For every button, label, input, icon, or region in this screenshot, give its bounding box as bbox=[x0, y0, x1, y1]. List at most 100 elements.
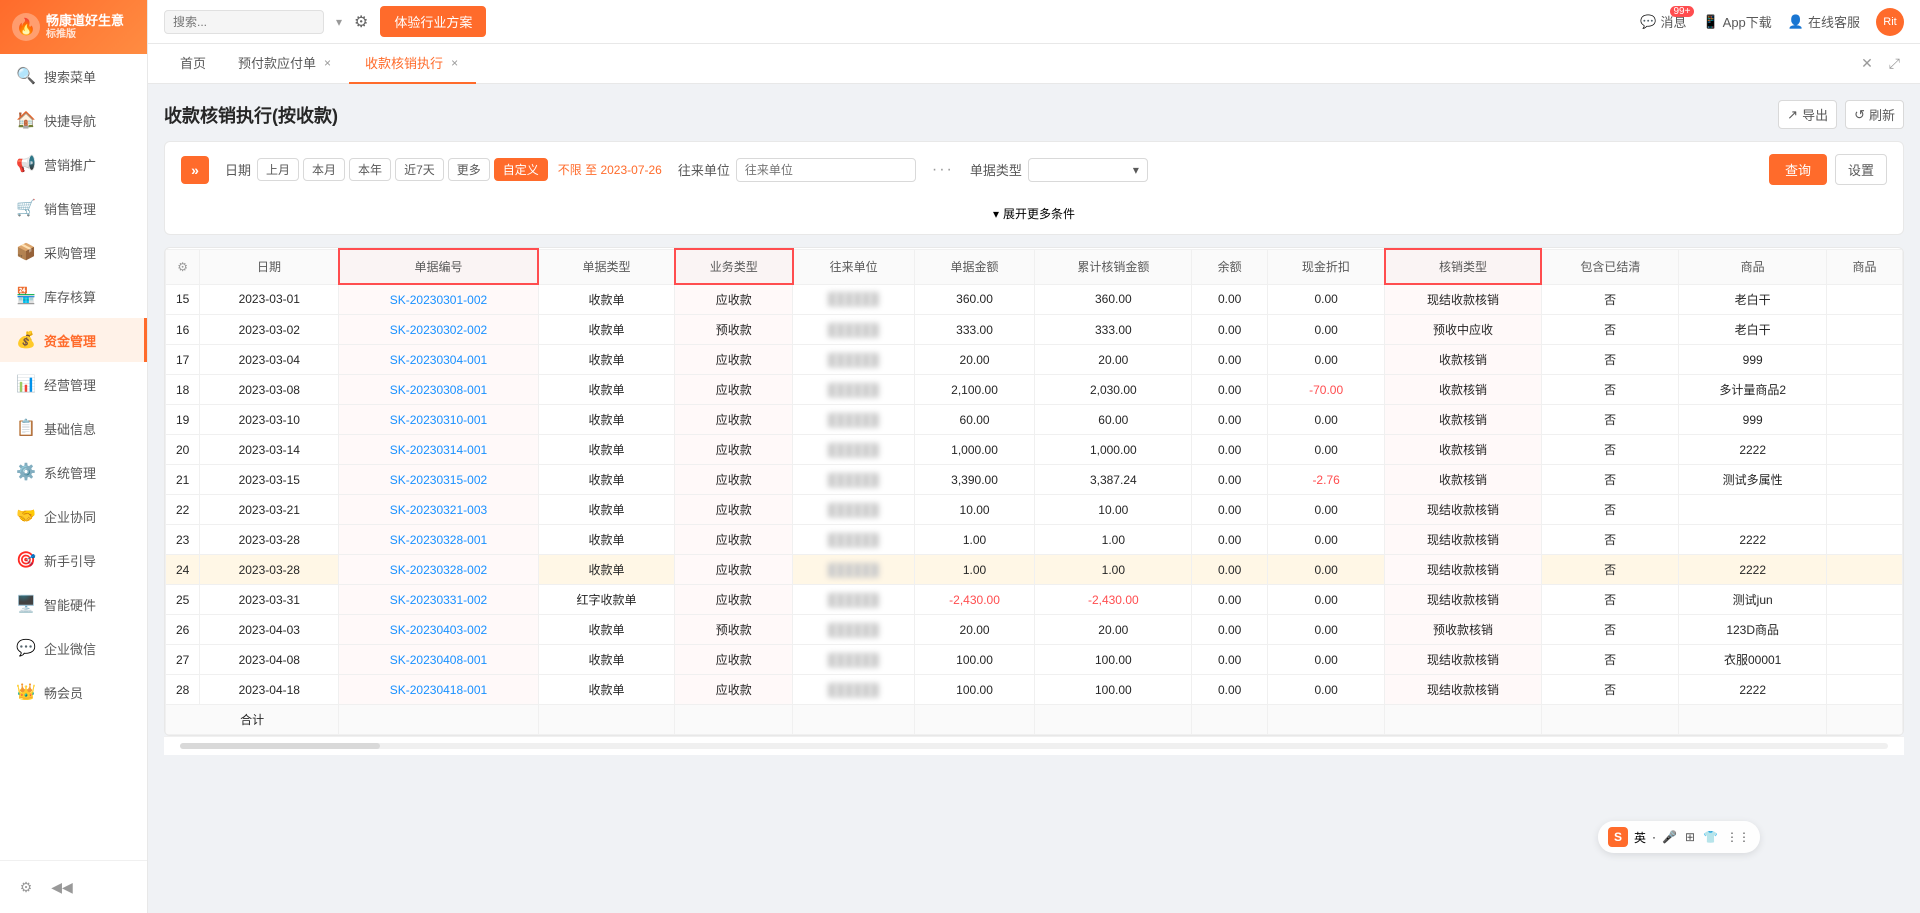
tab-prepay[interactable]: 预付款应付单 × bbox=[222, 44, 349, 84]
filter-date-last-month[interactable]: 上月 bbox=[257, 158, 299, 181]
cell-bill-no[interactable]: SK-20230418-001 bbox=[339, 675, 539, 705]
cell-bill-no[interactable]: SK-20230308-001 bbox=[339, 375, 539, 405]
topbar-search-input[interactable] bbox=[164, 10, 324, 34]
mic-icon[interactable]: 🎤 bbox=[1662, 830, 1677, 844]
cell-bill-no[interactable]: SK-20230321-003 bbox=[339, 495, 539, 525]
sidebar-item-hardware[interactable]: 🖥️ 智能硬件 bbox=[0, 582, 147, 626]
cell-bill-no[interactable]: SK-20230328-002 bbox=[339, 555, 539, 585]
cell-amount: 3,390.00 bbox=[914, 465, 1035, 495]
bill-no-link[interactable]: SK-20230321-003 bbox=[390, 503, 487, 517]
cell-date: 2023-03-14 bbox=[200, 435, 339, 465]
sidebar-item-sales[interactable]: 🛒 销售管理 bbox=[0, 186, 147, 230]
cell-product2 bbox=[1827, 675, 1903, 705]
sidebar-item-wechat[interactable]: 💬 企业微信 bbox=[0, 626, 147, 670]
data-table-wrap: ⚙ 日期 单据编号 单据类型 业务类型 往来单位 单据金额 累计核销金额 余额 … bbox=[164, 247, 1904, 736]
tab-receipt-close[interactable]: × bbox=[449, 54, 460, 72]
app-download-btn[interactable]: 📱 App下载 bbox=[1702, 12, 1771, 31]
filter-toggle-btn[interactable]: » bbox=[181, 156, 209, 184]
bill-no-link[interactable]: SK-20230328-001 bbox=[390, 533, 487, 547]
cell-balance: 0.00 bbox=[1192, 675, 1268, 705]
cell-product1: 999 bbox=[1679, 345, 1827, 375]
th-biz-type: 业务类型 bbox=[675, 249, 793, 284]
filter-receipt-type-select[interactable]: ▾ bbox=[1028, 158, 1148, 182]
scrollbar-thumb[interactable] bbox=[180, 743, 380, 749]
filter-counterparty-input[interactable] bbox=[736, 158, 916, 182]
bill-no-link[interactable]: SK-20230403-002 bbox=[390, 623, 487, 637]
online-service-btn[interactable]: 👤 在线客服 bbox=[1788, 12, 1860, 31]
sidebar-collapse-btn[interactable]: ◀◀ bbox=[48, 873, 76, 901]
filter-date-this-month[interactable]: 本月 bbox=[303, 158, 345, 181]
cell-cash-discount: 0.00 bbox=[1268, 555, 1385, 585]
bill-no-link[interactable]: SK-20230304-001 bbox=[390, 353, 487, 367]
message-btn[interactable]: 💬 消息 99+ bbox=[1640, 12, 1686, 31]
cell-bill-no[interactable]: SK-20230301-002 bbox=[339, 284, 539, 315]
bill-no-link[interactable]: SK-20230328-002 bbox=[390, 563, 487, 577]
cell-bill-no[interactable]: SK-20230314-001 bbox=[339, 435, 539, 465]
filter-date-more[interactable]: 更多 bbox=[448, 158, 490, 181]
topbar-dropdown-arrow[interactable]: ▾ bbox=[336, 15, 342, 29]
bill-no-link[interactable]: SK-20230314-001 bbox=[390, 443, 487, 457]
refresh-label: 刷新 bbox=[1869, 105, 1895, 124]
sidebar-item-inventory[interactable]: 🏪 库存核算 bbox=[0, 274, 147, 318]
bill-no-link[interactable]: SK-20230331-002 bbox=[390, 593, 487, 607]
scrollbar-track bbox=[180, 743, 1888, 749]
table-row: 152023-03-01SK-20230301-002收款单应收款██████3… bbox=[166, 284, 1903, 315]
tab-close-all-btn[interactable]: ✕ bbox=[1857, 51, 1877, 76]
refresh-button[interactable]: ↺ 刷新 bbox=[1845, 100, 1904, 129]
cell-product1 bbox=[1679, 495, 1827, 525]
sidebar-item-purchase[interactable]: 📦 采购管理 bbox=[0, 230, 147, 274]
sidebar-settings-btn[interactable]: ⚙ bbox=[12, 873, 40, 901]
shirt-icon[interactable]: 👕 bbox=[1703, 830, 1718, 844]
sidebar-item-system[interactable]: ⚙️ 系统管理 bbox=[0, 450, 147, 494]
bill-no-link[interactable]: SK-20230418-001 bbox=[390, 683, 487, 697]
cell-bill-no[interactable]: SK-20230304-001 bbox=[339, 345, 539, 375]
table-row: 282023-04-18SK-20230418-001收款单应收款██████1… bbox=[166, 675, 1903, 705]
sidebar-item-operation[interactable]: 📊 经营管理 bbox=[0, 362, 147, 406]
apps-icon[interactable]: ⋮⋮ bbox=[1726, 830, 1750, 844]
sidebar-item-enterprise[interactable]: 🤝 企业协同 bbox=[0, 494, 147, 538]
cell-bill-no[interactable]: SK-20230408-001 bbox=[339, 645, 539, 675]
settings-button[interactable]: 设置 bbox=[1835, 154, 1887, 185]
table-row: 182023-03-08SK-20230308-001收款单应收款██████2… bbox=[166, 375, 1903, 405]
bill-no-link[interactable]: SK-20230408-001 bbox=[390, 653, 487, 667]
cell-bill-no[interactable]: SK-20230315-002 bbox=[339, 465, 539, 495]
bill-no-link[interactable]: SK-20230315-002 bbox=[390, 473, 487, 487]
sidebar-item-basics[interactable]: 📋 基础信息 bbox=[0, 406, 147, 450]
purchase-icon: 📦 bbox=[16, 242, 36, 262]
bill-no-link[interactable]: SK-20230310-001 bbox=[390, 413, 487, 427]
user-avatar[interactable]: Rit bbox=[1876, 8, 1904, 36]
table-row: 212023-03-15SK-20230315-002收款单应收款██████3… bbox=[166, 465, 1903, 495]
sidebar-item-marketing[interactable]: 📢 营销推广 bbox=[0, 142, 147, 186]
filter-date-this-year[interactable]: 本年 bbox=[349, 158, 391, 181]
th-gear[interactable]: ⚙ bbox=[166, 249, 200, 284]
sidebar-item-member[interactable]: 👑 畅会员 bbox=[0, 670, 147, 714]
filter-date-custom[interactable]: 自定义 bbox=[494, 158, 548, 181]
sidebar-item-guide[interactable]: 🎯 新手引导 bbox=[0, 538, 147, 582]
cell-bill-no[interactable]: SK-20230331-002 bbox=[339, 585, 539, 615]
sidebar-item-finance[interactable]: 💰 资金管理 bbox=[0, 318, 147, 362]
tab-home[interactable]: 首页 bbox=[164, 44, 222, 84]
sidebar-item-search[interactable]: 🔍 搜索菜单 bbox=[0, 54, 147, 98]
grid-icon[interactable]: ⊞ bbox=[1685, 830, 1695, 844]
cell-product1: 2222 bbox=[1679, 555, 1827, 585]
export-button[interactable]: ↗ 导出 bbox=[1778, 100, 1837, 129]
expand-more-btn[interactable]: ▾ 展开更多条件 bbox=[993, 205, 1075, 222]
bill-no-link[interactable]: SK-20230302-002 bbox=[390, 323, 487, 337]
sidebar-item-quicknav[interactable]: 🏠 快捷导航 bbox=[0, 98, 147, 142]
cell-bill-no[interactable]: SK-20230302-002 bbox=[339, 315, 539, 345]
bill-no-link[interactable]: SK-20230301-002 bbox=[390, 293, 487, 307]
tab-expand-btn[interactable]: ⤢ bbox=[1885, 51, 1904, 76]
filter-more-dots[interactable]: ··· bbox=[932, 161, 954, 179]
tab-prepay-close[interactable]: × bbox=[322, 54, 333, 72]
query-button[interactable]: 查询 bbox=[1769, 154, 1827, 185]
bill-no-link[interactable]: SK-20230308-001 bbox=[390, 383, 487, 397]
solution-button[interactable]: 体验行业方案 bbox=[380, 6, 486, 37]
filter-date-7days[interactable]: 近7天 bbox=[395, 158, 444, 181]
tab-receipt-cancel[interactable]: 收款核销执行 × bbox=[349, 44, 476, 84]
cell-date: 2023-04-03 bbox=[200, 615, 339, 645]
cell-bill-no[interactable]: SK-20230310-001 bbox=[339, 405, 539, 435]
cell-bill-no[interactable]: SK-20230403-002 bbox=[339, 615, 539, 645]
cell-include-settled: 否 bbox=[1541, 465, 1678, 495]
cell-bill-no[interactable]: SK-20230328-001 bbox=[339, 525, 539, 555]
topbar-gear-icon[interactable]: ⚙ bbox=[354, 12, 368, 32]
